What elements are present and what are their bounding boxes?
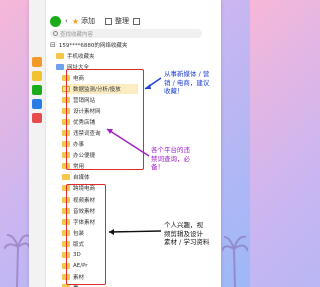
arrow-black [108, 230, 162, 233]
palm-tree-decoration [222, 235, 248, 287]
arrow-blue-head [145, 84, 151, 89]
phone-screen: ‹ ★ 添加 整理 查找收藏内容 ⊟ 159****6880的网络收藏夹 手机收… [29, 0, 221, 287]
palm-tree-decoration [4, 234, 30, 287]
arrow-purple [106, 128, 150, 157]
annotation-arrows [106, 77, 162, 235]
arrow-black-head [109, 229, 114, 235]
